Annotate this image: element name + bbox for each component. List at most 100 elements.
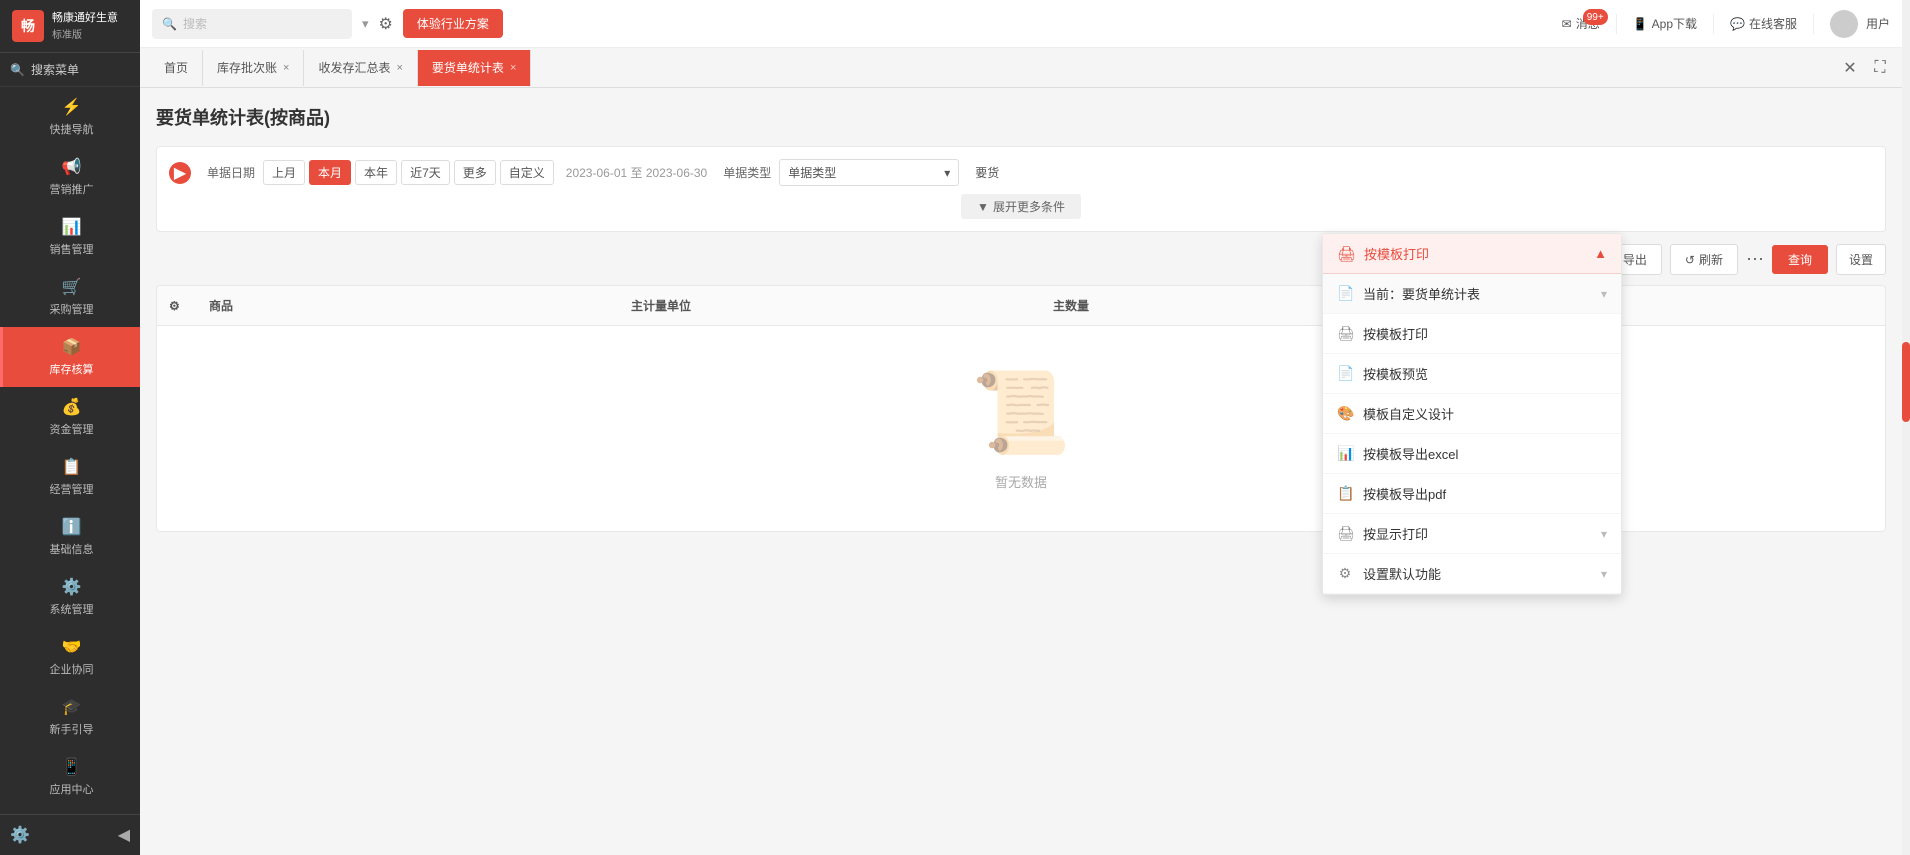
topbar-chevron-icon[interactable]: ▾ bbox=[362, 16, 369, 32]
expand-label: 展开更多条件 bbox=[993, 198, 1065, 215]
table-body: 📜 暂无数据 bbox=[157, 326, 1885, 531]
tab-close-btn[interactable]: ✕ bbox=[1838, 56, 1862, 80]
date-btn-prev-month[interactable]: 上月 bbox=[263, 160, 305, 185]
date-btn-last-7-days[interactable]: 近7天 bbox=[401, 160, 450, 185]
user-action[interactable]: 用户 bbox=[1830, 10, 1890, 38]
topbar-actions: ✉ 消息 99+ 📱 App下载 💬 在线客服 用户 bbox=[1562, 10, 1890, 38]
export-label: 导出 bbox=[1623, 251, 1647, 268]
tab-order-summary[interactable]: 要货单统计表 × bbox=[418, 50, 531, 86]
refresh-icon: ↺ bbox=[1685, 253, 1695, 267]
sidebar-item-app-center[interactable]: 📱 应用中心 bbox=[0, 747, 140, 807]
tabbar-controls: ✕ ⛶ bbox=[1838, 56, 1892, 80]
dropdown-item-template-print[interactable]: 🖨 按模板打印 bbox=[1323, 314, 1621, 354]
sidebar-item-basic-info[interactable]: ℹ️ 基础信息 bbox=[0, 507, 140, 567]
right-scrollbar[interactable] bbox=[1902, 0, 1910, 855]
more-actions-btn[interactable]: ⋯ bbox=[1746, 249, 1764, 270]
tab-home[interactable]: 首页 bbox=[150, 50, 203, 86]
dropdown-header-label: 按模板打印 bbox=[1364, 244, 1429, 263]
app-download-label: App下载 bbox=[1652, 15, 1697, 32]
dropdown-header[interactable]: 🖨 按模板打印 ▲ bbox=[1323, 234, 1621, 274]
sidebar-item-purchase-label: 采购管理 bbox=[50, 301, 94, 317]
dropdown-current-icon: 📄 bbox=[1337, 285, 1353, 302]
message-action[interactable]: ✉ 消息 99+ bbox=[1562, 15, 1600, 32]
online-service-icon: 💬 bbox=[1730, 17, 1745, 31]
sidebar-item-inventory-label: 库存核算 bbox=[50, 361, 94, 377]
dropdown-item-template-preview[interactable]: 📄 按模板预览 bbox=[1323, 354, 1621, 394]
dropdown-header-arrow[interactable]: ▲ bbox=[1594, 246, 1607, 261]
cooperation-icon: 🤝 bbox=[62, 637, 82, 657]
sidebar-collapse-btn[interactable]: ◀ bbox=[118, 825, 130, 845]
sidebar-item-sales-label: 销售管理 bbox=[50, 241, 94, 257]
dropdown-printer-icon: 🖨 bbox=[1337, 245, 1356, 263]
sidebar-item-sales[interactable]: 📊 销售管理 bbox=[0, 207, 140, 267]
tab-maximize-btn[interactable]: ⛶ bbox=[1868, 56, 1892, 80]
th-product-label: 商品 bbox=[209, 297, 233, 314]
sidebar-item-enterprise-wechat[interactable]: 💬 企业微信 bbox=[0, 807, 140, 814]
dropdown-item-template-custom[interactable]: 🎨 模板自定义设计 bbox=[1323, 394, 1621, 434]
order-type-label: 单据类型 bbox=[723, 164, 771, 181]
filter-bar: ▶ 单据日期 上月 本月 本年 近7天 更多 自定义 2023-06-01 至 … bbox=[156, 146, 1886, 232]
topbar: 🔍 搜索 ▾ ⚙ 体验行业方案 ✉ 消息 99+ 📱 App下载 💬 在线客服 bbox=[140, 0, 1902, 48]
dropdown-section-display-print[interactable]: 🖨 按显示打印 ▾ bbox=[1323, 514, 1621, 554]
online-service-action[interactable]: 💬 在线客服 bbox=[1730, 15, 1797, 32]
th-unit: 主计量单位 bbox=[619, 297, 1041, 314]
app-center-icon: 📱 bbox=[62, 757, 82, 777]
refresh-btn[interactable]: ↺ 刷新 bbox=[1670, 244, 1738, 275]
sidebar-item-cooperation[interactable]: 🤝 企业协同 bbox=[0, 627, 140, 687]
app-name: 畅康通好生意 bbox=[52, 11, 118, 25]
app-download-action[interactable]: 📱 App下载 bbox=[1633, 15, 1697, 32]
finance-icon: 💰 bbox=[62, 397, 82, 417]
date-btn-current-year[interactable]: 本年 bbox=[355, 160, 397, 185]
topbar-settings-icon[interactable]: ⚙ bbox=[379, 14, 393, 34]
query-btn[interactable]: 查询 bbox=[1772, 245, 1828, 274]
sidebar-item-marketing[interactable]: 📢 营销推广 bbox=[0, 147, 140, 207]
marketing-icon: 📢 bbox=[62, 157, 82, 177]
sidebar-item-inventory[interactable]: 📦 库存核算 bbox=[0, 327, 140, 387]
tab-home-label: 首页 bbox=[164, 59, 188, 76]
sidebar-item-app-center-label: 应用中心 bbox=[50, 781, 94, 797]
tab-inventory-batch[interactable]: 库存批次账 × bbox=[203, 50, 304, 86]
right-scroll-thumb[interactable] bbox=[1902, 342, 1910, 422]
sidebar-item-cooperation-label: 企业协同 bbox=[50, 661, 94, 677]
topbar-divider-3 bbox=[1813, 14, 1814, 34]
sidebar-item-finance[interactable]: 💰 资金管理 bbox=[0, 387, 140, 447]
sidebar-item-operations[interactable]: 📋 经营管理 bbox=[0, 447, 140, 507]
sidebar-search[interactable]: 🔍 搜索菜单 bbox=[0, 53, 140, 87]
dropdown-template-print-label: 按模板打印 bbox=[1363, 324, 1607, 343]
topbar-divider-2 bbox=[1713, 14, 1714, 34]
dropdown-section-default-function[interactable]: ⚙ 设置默认功能 ▾ bbox=[1323, 554, 1621, 594]
sidebar-item-guide[interactable]: 🎓 新手引导 bbox=[0, 687, 140, 747]
sidebar-logo: 畅 畅康通好生意 标准版 bbox=[0, 0, 140, 53]
dropdown-display-print-label: 按显示打印 bbox=[1363, 524, 1591, 543]
dropdown-item-export-excel[interactable]: 📊 按模板导出excel bbox=[1323, 434, 1621, 474]
sidebar-settings-btn[interactable]: ⚙️ bbox=[10, 825, 30, 845]
tab-order-summary-close[interactable]: × bbox=[510, 62, 516, 74]
order-type-select[interactable]: 单据类型 ▾ bbox=[779, 159, 959, 186]
date-btn-more[interactable]: 更多 bbox=[454, 160, 496, 185]
trial-button[interactable]: 体验行业方案 bbox=[403, 9, 503, 38]
expand-conditions-btn[interactable]: ▼ 展开更多条件 bbox=[961, 194, 1081, 219]
filter-row: ▶ 单据日期 上月 本月 本年 近7天 更多 自定义 2023-06-01 至 … bbox=[169, 159, 1873, 186]
empty-state: 📜 暂无数据 bbox=[971, 366, 1071, 491]
tab-receipt-summary[interactable]: 收发存汇总表 × bbox=[304, 50, 417, 86]
date-btn-custom[interactable]: 自定义 bbox=[500, 160, 554, 185]
user-avatar bbox=[1830, 10, 1858, 38]
sidebar-item-system[interactable]: ⚙️ 系统管理 bbox=[0, 567, 140, 627]
order-goods-label: 要货 bbox=[975, 164, 999, 181]
page-title: 要货单统计表(按商品) bbox=[156, 104, 1886, 130]
date-btn-current-month[interactable]: 本月 bbox=[309, 160, 351, 185]
dropdown-item-export-pdf[interactable]: 📋 按模板导出pdf bbox=[1323, 474, 1621, 514]
filter-expand-icon[interactable]: ▶ bbox=[169, 162, 191, 184]
th-settings[interactable]: ⚙ bbox=[157, 299, 197, 313]
settings-btn[interactable]: 设置 bbox=[1836, 244, 1886, 275]
sidebar-item-purchase[interactable]: 🛒 采购管理 bbox=[0, 267, 140, 327]
tab-receipt-summary-close[interactable]: × bbox=[396, 62, 402, 74]
sidebar-item-quick-nav[interactable]: ⚡ 快捷导航 bbox=[0, 87, 140, 147]
search-icon: 🔍 bbox=[10, 63, 25, 77]
dropdown-display-print-icon: 🖨 bbox=[1337, 525, 1353, 542]
dropdown-current-template[interactable]: 📄 当前：要货单统计表 ▾ bbox=[1323, 274, 1621, 314]
topbar-search-label: 搜索 bbox=[183, 15, 207, 32]
message-badge: 99+ bbox=[1583, 9, 1608, 25]
topbar-search[interactable]: 🔍 搜索 bbox=[152, 9, 352, 39]
tab-inventory-batch-close[interactable]: × bbox=[283, 62, 289, 74]
